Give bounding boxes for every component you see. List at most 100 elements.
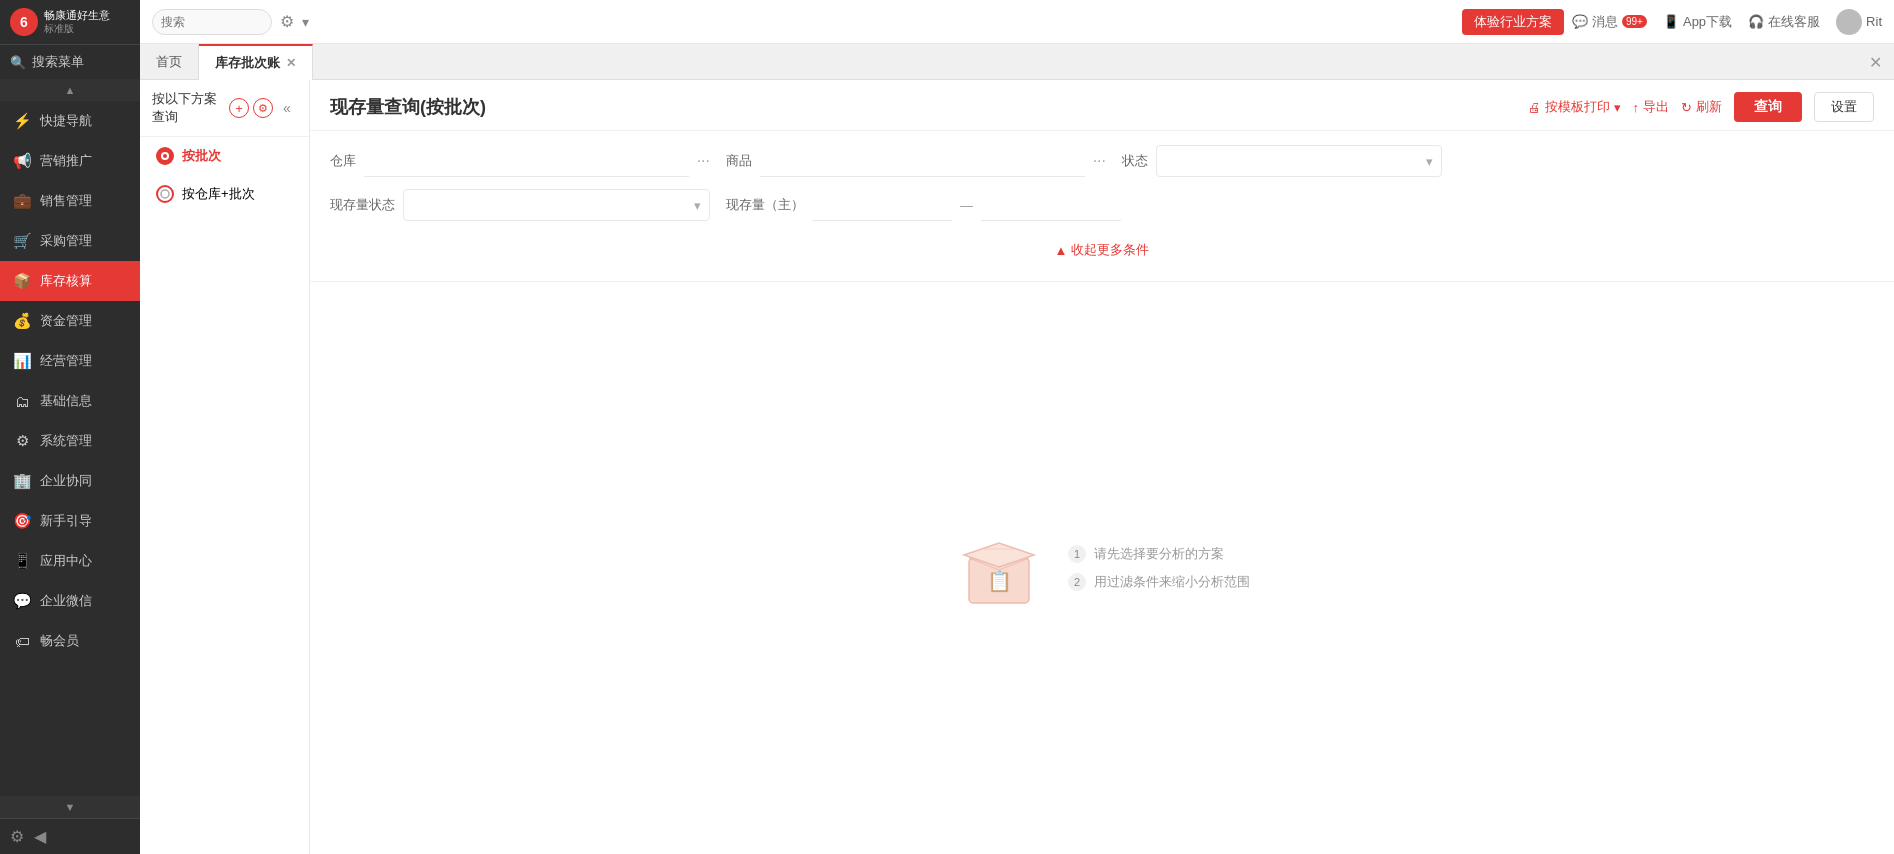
empty-tip-2: 2 用过滤条件来缩小分析范围: [1068, 573, 1250, 591]
sidebar-scroll-up[interactable]: ▲: [0, 79, 140, 101]
tip-text-1: 请先选择要分析的方案: [1094, 545, 1224, 563]
tab-panel-close-icon[interactable]: ✕: [1869, 52, 1882, 71]
sidebar-collapse-icon[interactable]: ◀: [34, 827, 46, 846]
scheme-settings-icon[interactable]: ⚙: [253, 98, 273, 118]
settings-button[interactable]: 设置: [1814, 92, 1874, 122]
main-area: ⚙ ▾ 体验行业方案 💬 消息 99+ 📱 App下载 🎧 在线客服 Rit: [140, 0, 1894, 854]
filter-row-2: 现存量状态 ▾ 现存量（主） —: [330, 189, 1874, 221]
tip-num-2: 2: [1068, 573, 1086, 591]
message-icon: 💬: [1572, 14, 1588, 29]
empty-state: 📋 1 请先选择要分析的方案 2 用过滤条件来缩小分析范围: [310, 282, 1894, 854]
sidebar-item-label: 系统管理: [40, 432, 92, 450]
quantity-divider: —: [960, 198, 973, 213]
sidebar-item-shortcut[interactable]: ⚡ 快捷导航: [0, 101, 140, 141]
product-input[interactable]: [760, 145, 1085, 177]
product-field: 商品 ···: [726, 145, 1106, 177]
quantity-to-input[interactable]: [981, 189, 1121, 221]
collapse-conditions-btn[interactable]: ▲ 收起更多条件: [330, 233, 1874, 267]
search-icon: 🔍: [10, 55, 26, 70]
collapse-label: 收起更多条件: [1071, 241, 1149, 259]
sidebar-item-finance[interactable]: 💰 资金管理: [0, 301, 140, 341]
status-select[interactable]: ▾: [1156, 145, 1442, 177]
sidebar-search-label: 搜索菜单: [32, 53, 84, 71]
print-dropdown-icon[interactable]: ▾: [1614, 100, 1621, 115]
sidebar-item-appstore[interactable]: 📱 应用中心: [0, 541, 140, 581]
sidebar-search[interactable]: 🔍 搜索菜单: [0, 45, 140, 79]
scheme-by-warehouse-batch-label: 按仓库+批次: [182, 185, 255, 203]
user-avatar-item[interactable]: Rit: [1836, 9, 1882, 35]
sidebar-item-member[interactable]: 🏷 畅会员: [0, 621, 140, 661]
scheme-item-by-batch[interactable]: 按批次: [140, 137, 309, 175]
warehouse-input[interactable]: [364, 145, 689, 177]
dropdown-icon[interactable]: ▾: [302, 14, 309, 30]
experience-btn[interactable]: 体验行业方案: [1462, 9, 1564, 35]
sidebar-company-info: 畅康通好生意 标准版: [44, 8, 110, 36]
quantity-from-input[interactable]: [812, 189, 952, 221]
scheme-collapse-icon[interactable]: «: [277, 98, 297, 118]
topbar-search-input[interactable]: [152, 9, 272, 35]
left-panel-title: 按以下方案查询: [152, 90, 229, 126]
shortcut-icon: ⚡: [12, 111, 32, 131]
sidebar-item-label: 企业协同: [40, 472, 92, 490]
sidebar-item-label: 应用中心: [40, 552, 92, 570]
sidebar-footer: ⚙ ◀: [0, 818, 140, 854]
sidebar-item-guide[interactable]: 🎯 新手引导: [0, 501, 140, 541]
inventory-status-select[interactable]: ▾: [403, 189, 710, 221]
sidebar-item-sales[interactable]: 💼 销售管理: [0, 181, 140, 221]
sidebar-item-enterprise[interactable]: 🏢 企业协同: [0, 461, 140, 501]
sidebar-item-label: 快捷导航: [40, 112, 92, 130]
inventory-status-field: 现存量状态 ▾: [330, 189, 710, 221]
tab-home-label: 首页: [156, 53, 182, 71]
tab-inventory-batch[interactable]: 库存批次账 ✕: [199, 44, 313, 80]
scheme-item-by-warehouse-batch[interactable]: 按仓库+批次: [140, 175, 309, 213]
sidebar: 6 畅康通好生意 标准版 🔍 搜索菜单 ▲ ⚡ 快捷导航 📢 营销推广 💼 销售…: [0, 0, 140, 854]
sidebar-item-system[interactable]: ⚙ 系统管理: [0, 421, 140, 461]
tab-home[interactable]: 首页: [140, 44, 199, 80]
warehouse-dots-icon[interactable]: ···: [697, 152, 710, 170]
sidebar-settings-icon[interactable]: ⚙: [10, 827, 24, 846]
sidebar-company-name: 畅康通好生意: [44, 8, 110, 22]
settings-icon[interactable]: ⚙: [280, 12, 294, 31]
sidebar-item-purchase[interactable]: 🛒 采购管理: [0, 221, 140, 261]
query-button[interactable]: 查询: [1734, 92, 1802, 122]
sidebar-item-operation[interactable]: 📊 经营管理: [0, 341, 140, 381]
topbar-right: 💬 消息 99+ 📱 App下载 🎧 在线客服 Rit: [1572, 9, 1882, 35]
sidebar-item-label: 库存核算: [40, 272, 92, 290]
service-icon: 🎧: [1748, 14, 1764, 29]
breadcrumb: [152, 9, 272, 35]
print-template-btn[interactable]: 🖨 按模板打印 ▾: [1528, 98, 1621, 116]
sidebar-item-label: 营销推广: [40, 152, 92, 170]
operation-icon: 📊: [12, 351, 32, 371]
message-item[interactable]: 💬 消息 99+: [1572, 13, 1647, 31]
sidebar-item-label: 企业微信: [40, 592, 92, 610]
empty-state-content: 📋 1 请先选择要分析的方案 2 用过滤条件来缩小分析范围: [954, 523, 1250, 613]
sidebar-scroll-down[interactable]: ▼: [0, 796, 140, 818]
right-panel: 现存量查询(按批次) 🖨 按模板打印 ▾ ↑ 导出 ↻ 刷新: [310, 80, 1894, 854]
guide-icon: 🎯: [12, 511, 32, 531]
sidebar-item-label: 畅会员: [40, 632, 79, 650]
appstore-icon: 📱: [12, 551, 32, 571]
tab-close-icon[interactable]: ✕: [286, 56, 296, 70]
product-label: 商品: [726, 152, 752, 170]
svg-text:📋: 📋: [987, 569, 1012, 593]
export-btn[interactable]: ↑ 导出: [1633, 98, 1670, 116]
add-scheme-icon[interactable]: +: [229, 98, 249, 118]
sidebar-item-wechat[interactable]: 💬 企业微信: [0, 581, 140, 621]
tip-num-1: 1: [1068, 545, 1086, 563]
sidebar-item-marketing[interactable]: 📢 营销推广: [0, 141, 140, 181]
online-service-item[interactable]: 🎧 在线客服: [1748, 13, 1820, 31]
app-download-item[interactable]: 📱 App下载: [1663, 13, 1732, 31]
sidebar-item-basic[interactable]: 🗂 基础信息: [0, 381, 140, 421]
message-badge: 99+: [1622, 15, 1647, 28]
warehouse-label: 仓库: [330, 152, 356, 170]
export-icon: ↑: [1633, 100, 1640, 115]
filter-row-1: 仓库 ··· 商品 ··· 状态 ▾: [330, 145, 1874, 177]
marketing-icon: 📢: [12, 151, 32, 171]
print-template-label: 按模板打印: [1545, 98, 1610, 116]
sidebar-item-inventory[interactable]: 📦 库存核算: [0, 261, 140, 301]
collapse-icon: ▲: [1055, 243, 1068, 258]
status-label: 状态: [1122, 152, 1148, 170]
svg-point-2: [161, 190, 169, 198]
product-dots-icon[interactable]: ···: [1093, 152, 1106, 170]
refresh-btn[interactable]: ↻ 刷新: [1681, 98, 1722, 116]
